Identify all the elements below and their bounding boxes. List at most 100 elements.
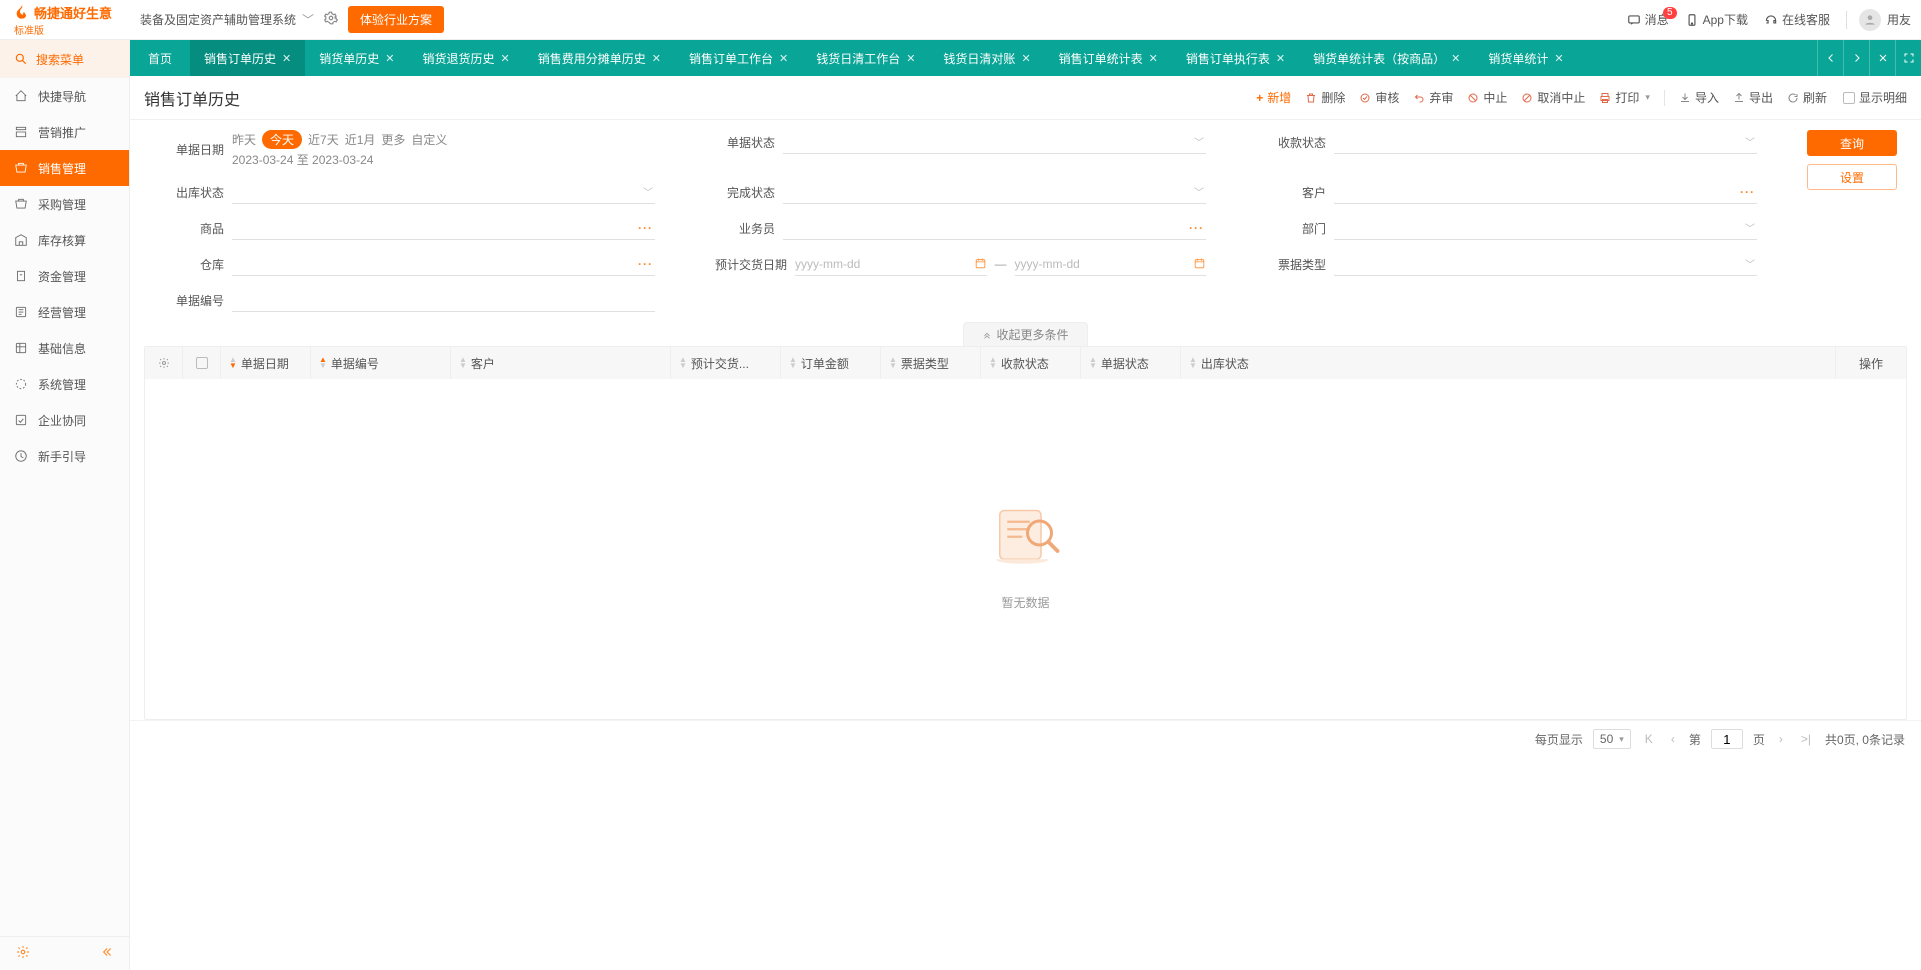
- quick-date-option[interactable]: 更多: [381, 131, 405, 148]
- sidebar-item-10[interactable]: 新手引导: [0, 438, 129, 474]
- app-download-link[interactable]: App下载: [1685, 11, 1748, 28]
- filter-bill-no[interactable]: 单据编号: [154, 288, 655, 312]
- close-icon[interactable]: ✕: [385, 52, 394, 65]
- tab-fullscreen[interactable]: [1895, 40, 1921, 76]
- pager-next[interactable]: ›: [1775, 732, 1787, 746]
- tab-3[interactable]: 销货退货历史✕: [408, 40, 523, 76]
- stop-button[interactable]: 中止: [1467, 89, 1507, 106]
- pager-prev[interactable]: ‹: [1667, 732, 1679, 746]
- sidebar-item-1[interactable]: 营销推广: [0, 114, 129, 150]
- tab-8[interactable]: 销售订单统计表✕: [1045, 40, 1172, 76]
- unstop-button[interactable]: 取消中止: [1521, 89, 1585, 106]
- filter-warehouse[interactable]: 仓库 ···: [154, 252, 655, 276]
- bill-no-input[interactable]: [232, 288, 655, 312]
- tab-4[interactable]: 销售费用分摊单历史✕: [524, 40, 675, 76]
- quick-date-option[interactable]: 近1月: [345, 131, 376, 148]
- filter-dept[interactable]: 部门 ﹀: [1256, 216, 1757, 240]
- quick-date-picker[interactable]: 昨天今天近7天近1月更多自定义: [232, 130, 655, 149]
- tab-2[interactable]: 销货单历史✕: [305, 40, 408, 76]
- experience-button[interactable]: 体验行业方案: [348, 6, 444, 33]
- col-1[interactable]: ▲▼单据编号: [311, 347, 451, 379]
- filter-ticket-type[interactable]: 票据类型 ﹀: [1256, 252, 1757, 276]
- quick-date-option[interactable]: 昨天: [232, 131, 256, 148]
- sidebar-item-6[interactable]: 经营管理: [0, 294, 129, 330]
- tab-10[interactable]: 销货单统计表（按商品）✕: [1299, 40, 1474, 76]
- quick-date-option[interactable]: 自定义: [411, 131, 447, 148]
- close-icon[interactable]: ✕: [652, 52, 661, 65]
- filter-bill-status[interactable]: 单据状态 ﹀: [705, 130, 1206, 154]
- tab-7[interactable]: 钱货日清对账✕: [929, 40, 1044, 76]
- setting-button[interactable]: 设置: [1807, 164, 1897, 190]
- audit-button[interactable]: 审核: [1359, 89, 1399, 106]
- col-7[interactable]: ▲▼单据状态: [1081, 347, 1181, 379]
- tab-5[interactable]: 销售订单工作台✕: [675, 40, 802, 76]
- filter-customer[interactable]: 客户 ···: [1256, 180, 1757, 204]
- tab-close[interactable]: [1869, 40, 1895, 76]
- sidebar-item-5[interactable]: 资金管理: [0, 258, 129, 294]
- refresh-button[interactable]: 刷新: [1787, 89, 1827, 106]
- service-link[interactable]: 在线客服: [1764, 11, 1830, 28]
- tab-scroll-left[interactable]: [1817, 40, 1843, 76]
- col-0[interactable]: ▲▼单据日期: [221, 347, 311, 379]
- close-icon[interactable]: ✕: [501, 52, 510, 65]
- close-icon[interactable]: ✕: [1021, 52, 1030, 65]
- col-5[interactable]: ▲▼票据类型: [881, 347, 981, 379]
- export-button[interactable]: 导出: [1733, 89, 1773, 106]
- filter-finish-status[interactable]: 完成状态 ﹀: [705, 180, 1206, 204]
- settings-icon[interactable]: [16, 945, 30, 962]
- select-all-checkbox[interactable]: [183, 347, 221, 379]
- sidebar-item-3[interactable]: 采购管理: [0, 186, 129, 222]
- pager-page-input[interactable]: [1711, 729, 1743, 749]
- close-icon[interactable]: ✕: [1276, 52, 1285, 65]
- detail-checkbox[interactable]: 显示明细: [1843, 89, 1907, 106]
- quick-date-option[interactable]: 近7天: [308, 131, 339, 148]
- abandon-button[interactable]: 弃审: [1413, 89, 1453, 106]
- col-2[interactable]: ▲▼客户: [451, 347, 671, 379]
- sidebar-item-0[interactable]: 快捷导航: [0, 78, 129, 114]
- sidebar-item-2[interactable]: 销售管理: [0, 150, 129, 186]
- filter-delivery-date[interactable]: 预计交货日期 yyyy-mm-dd — yyyy-mm-dd: [705, 252, 1206, 276]
- user-name[interactable]: 用友: [1887, 11, 1911, 28]
- filter-product[interactable]: 商品 ···: [154, 216, 655, 240]
- messages-link[interactable]: 消息 5: [1627, 11, 1669, 28]
- delete-button[interactable]: 删除: [1305, 89, 1345, 106]
- gear-icon[interactable]: [324, 11, 338, 28]
- avatar[interactable]: [1859, 9, 1881, 31]
- tab-scroll-right[interactable]: [1843, 40, 1869, 76]
- import-button[interactable]: 导入: [1679, 89, 1719, 106]
- search-button[interactable]: 查询: [1807, 130, 1897, 156]
- tab-9[interactable]: 销售订单执行表✕: [1172, 40, 1299, 76]
- sidebar-search[interactable]: 搜索菜单: [0, 40, 129, 78]
- date-to-input[interactable]: yyyy-mm-dd: [1015, 252, 1207, 276]
- print-button[interactable]: 打印▾: [1599, 89, 1650, 106]
- sidebar-item-7[interactable]: 基础信息: [0, 330, 129, 366]
- tab-11[interactable]: 销货单统计✕: [1474, 40, 1577, 76]
- add-button[interactable]: +新增: [1256, 89, 1291, 106]
- close-icon[interactable]: ✕: [282, 52, 291, 65]
- tab-6[interactable]: 钱货日清工作台✕: [802, 40, 929, 76]
- collapse-sidebar-icon[interactable]: [99, 945, 113, 962]
- close-icon[interactable]: ✕: [906, 52, 915, 65]
- tab-0[interactable]: 首页: [130, 40, 190, 76]
- pager-last[interactable]: >|: [1797, 732, 1815, 746]
- close-icon[interactable]: ✕: [779, 52, 788, 65]
- filter-pay-status[interactable]: 收款状态 ﹀: [1256, 130, 1757, 154]
- close-icon[interactable]: ✕: [1451, 52, 1460, 65]
- filter-out-status[interactable]: 出库状态 ﹀: [154, 180, 655, 204]
- per-page-select[interactable]: 50▾: [1593, 729, 1631, 749]
- system-selector[interactable]: 装备及固定资产辅助管理系统 ﹀: [130, 11, 314, 28]
- quick-date-option[interactable]: 今天: [262, 130, 302, 149]
- col-8[interactable]: ▲▼出库状态: [1181, 347, 1836, 379]
- close-icon[interactable]: ✕: [1554, 52, 1563, 65]
- filter-salesman[interactable]: 业务员 ···: [705, 216, 1206, 240]
- col-3[interactable]: ▲▼预计交货...: [671, 347, 781, 379]
- pager-first[interactable]: K: [1641, 732, 1657, 746]
- col-6[interactable]: ▲▼收款状态: [981, 347, 1081, 379]
- tab-1[interactable]: 销售订单历史✕: [190, 40, 305, 76]
- column-settings[interactable]: [145, 347, 183, 379]
- collapse-filters-button[interactable]: 收起更多条件: [963, 322, 1087, 346]
- sidebar-item-8[interactable]: 系统管理: [0, 366, 129, 402]
- date-from-input[interactable]: yyyy-mm-dd: [795, 252, 987, 276]
- close-icon[interactable]: ✕: [1149, 52, 1158, 65]
- sidebar-item-9[interactable]: 企业协同: [0, 402, 129, 438]
